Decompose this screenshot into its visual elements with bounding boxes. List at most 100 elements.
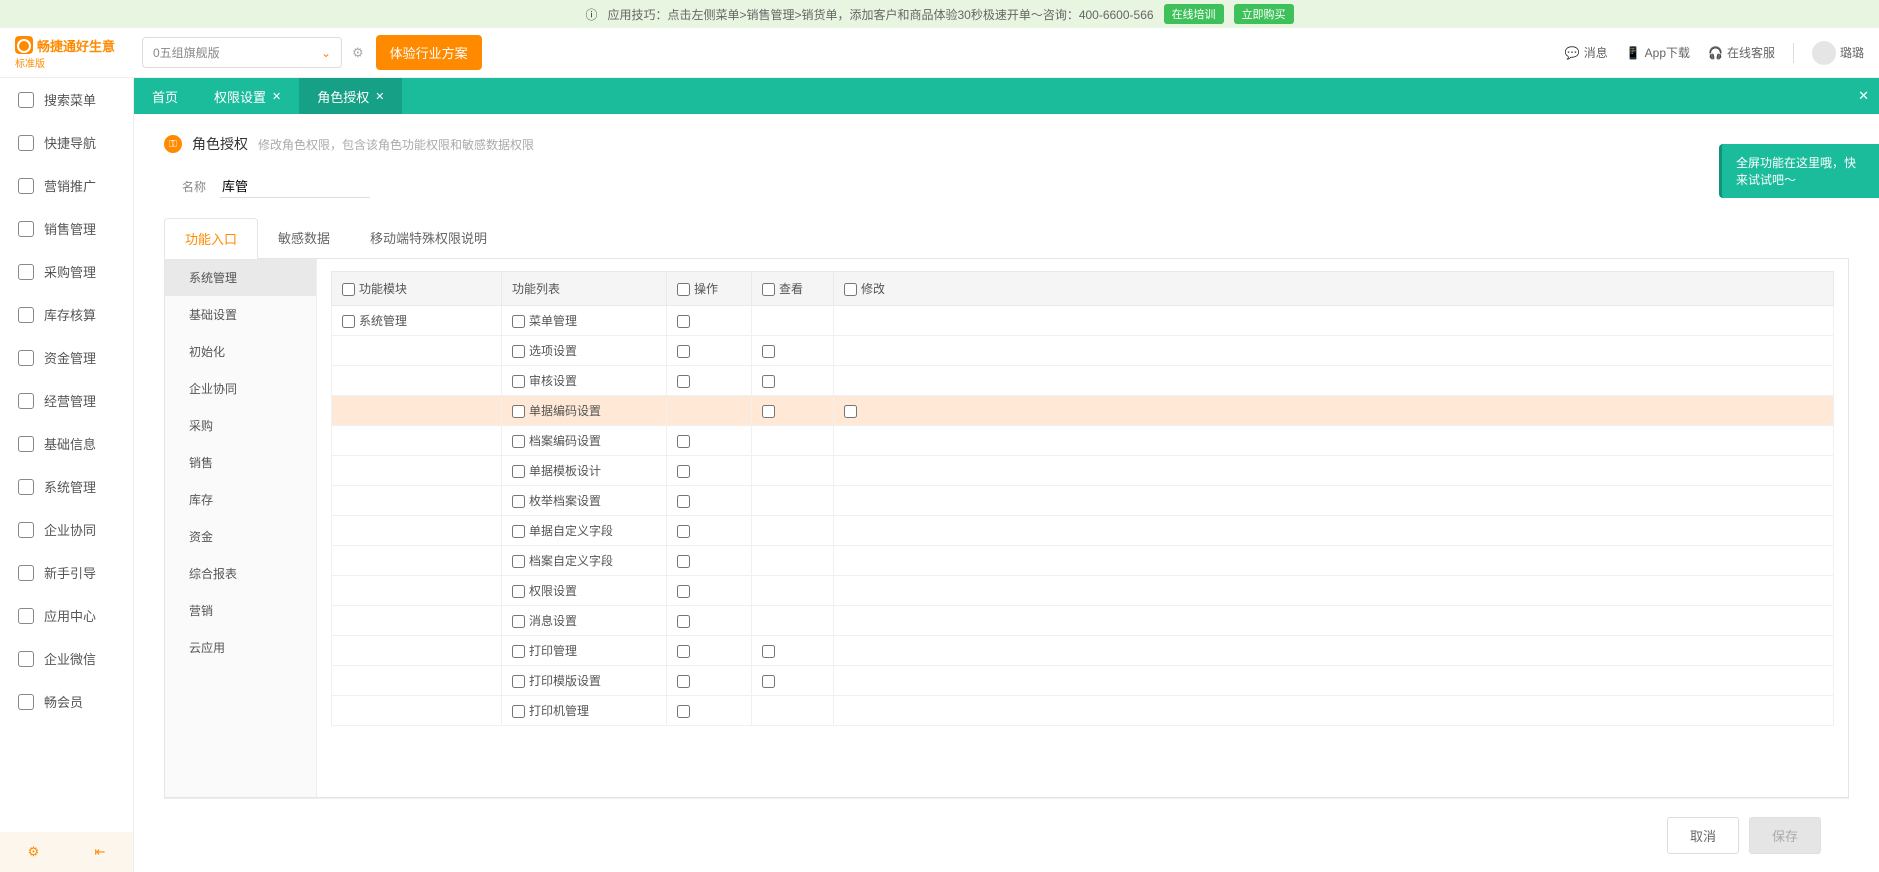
checkbox[interactable] bbox=[342, 315, 355, 328]
checkbox[interactable] bbox=[512, 435, 525, 448]
inner-tab-mobile[interactable]: 移动端特殊权限说明 bbox=[350, 218, 507, 259]
inner-tab-function[interactable]: 功能入口 bbox=[164, 218, 258, 259]
checkbox[interactable] bbox=[512, 675, 525, 688]
sidebar-item-4[interactable]: 采购管理 bbox=[0, 250, 133, 293]
checkbox-op-all[interactable] bbox=[677, 283, 690, 296]
checkbox[interactable] bbox=[512, 345, 525, 358]
sidebar-item-5[interactable]: 库存核算 bbox=[0, 293, 133, 336]
sidebar-item-6[interactable]: 资金管理 bbox=[0, 336, 133, 379]
checkbox[interactable] bbox=[762, 345, 775, 358]
tab-permission[interactable]: 权限设置✕ bbox=[196, 78, 299, 114]
menu-icon bbox=[18, 436, 34, 452]
checkbox[interactable] bbox=[512, 525, 525, 538]
checkbox[interactable] bbox=[512, 645, 525, 658]
module-item-4[interactable]: 采购 bbox=[165, 407, 316, 444]
checkbox-view-all[interactable] bbox=[762, 283, 775, 296]
module-item-8[interactable]: 综合报表 bbox=[165, 555, 316, 592]
sidebar-item-0[interactable]: 搜索菜单 bbox=[0, 78, 133, 121]
name-input[interactable] bbox=[220, 174, 370, 198]
sidebar-item-14[interactable]: 畅会员 bbox=[0, 680, 133, 723]
close-icon[interactable]: ✕ bbox=[375, 90, 384, 103]
checkbox[interactable] bbox=[677, 525, 690, 538]
download-link[interactable]: 📱App下载 bbox=[1626, 44, 1690, 61]
checkbox[interactable] bbox=[512, 465, 525, 478]
checkbox[interactable] bbox=[677, 675, 690, 688]
checkbox[interactable] bbox=[512, 585, 525, 598]
checkbox[interactable] bbox=[512, 405, 525, 418]
table-row: 单据自定义字段 bbox=[332, 516, 1834, 546]
experience-button[interactable]: 体验行业方案 bbox=[376, 35, 482, 70]
module-item-7[interactable]: 资金 bbox=[165, 518, 316, 555]
module-item-10[interactable]: 云应用 bbox=[165, 629, 316, 666]
checkbox[interactable] bbox=[762, 675, 775, 688]
messages-link[interactable]: 💬消息 bbox=[1565, 44, 1608, 61]
checkbox[interactable] bbox=[762, 375, 775, 388]
fullscreen-tip[interactable]: 全屏功能在这里哦，快来试试吧～ bbox=[1719, 144, 1879, 198]
sidebar-item-7[interactable]: 经营管理 bbox=[0, 379, 133, 422]
table-row: 消息设置 bbox=[332, 606, 1834, 636]
checkbox[interactable] bbox=[677, 705, 690, 718]
module-list: 系统管理基础设置初始化企业协同采购销售库存资金综合报表营销云应用 bbox=[165, 259, 317, 797]
sidebar-item-12[interactable]: 应用中心 bbox=[0, 594, 133, 637]
buy-button[interactable]: 立即购买 bbox=[1234, 4, 1294, 24]
checkbox[interactable] bbox=[677, 585, 690, 598]
module-item-6[interactable]: 库存 bbox=[165, 481, 316, 518]
module-item-2[interactable]: 初始化 bbox=[165, 333, 316, 370]
info-icon: ⓘ bbox=[585, 6, 597, 23]
checkbox[interactable] bbox=[762, 645, 775, 658]
checkbox[interactable] bbox=[677, 375, 690, 388]
menu-icon bbox=[18, 92, 34, 108]
save-button[interactable]: 保存 bbox=[1749, 817, 1821, 854]
sidebar-item-2[interactable]: 营销推广 bbox=[0, 164, 133, 207]
checkbox[interactable] bbox=[677, 315, 690, 328]
sidebar-item-1[interactable]: 快捷导航 bbox=[0, 121, 133, 164]
checkbox[interactable] bbox=[512, 555, 525, 568]
table-row: 单据模板设计 bbox=[332, 456, 1834, 486]
cancel-button[interactable]: 取消 bbox=[1667, 817, 1739, 854]
checkbox[interactable] bbox=[512, 375, 525, 388]
checkbox[interactable] bbox=[844, 405, 857, 418]
sidebar-item-11[interactable]: 新手引导 bbox=[0, 551, 133, 594]
checkbox-module-all[interactable] bbox=[342, 283, 355, 296]
checkbox[interactable] bbox=[677, 645, 690, 658]
logo-area[interactable]: 畅捷通好生意 标准版 bbox=[15, 36, 130, 70]
sidebar-item-8[interactable]: 基础信息 bbox=[0, 422, 133, 465]
checkbox[interactable] bbox=[677, 555, 690, 568]
checkbox[interactable] bbox=[512, 615, 525, 628]
user-menu[interactable]: 璐璐 bbox=[1812, 41, 1864, 65]
module-item-9[interactable]: 营销 bbox=[165, 592, 316, 629]
collapse-icon[interactable]: ⇤ bbox=[94, 844, 105, 860]
checkbox[interactable] bbox=[512, 495, 525, 508]
checkbox[interactable] bbox=[762, 405, 775, 418]
inner-tab-sensitive[interactable]: 敏感数据 bbox=[258, 218, 350, 259]
tab-home[interactable]: 首页 bbox=[134, 78, 196, 114]
checkbox[interactable] bbox=[677, 345, 690, 358]
checkbox[interactable] bbox=[677, 435, 690, 448]
sidebar-item-3[interactable]: 销售管理 bbox=[0, 207, 133, 250]
sidebar-item-13[interactable]: 企业微信 bbox=[0, 637, 133, 680]
module-item-3[interactable]: 企业协同 bbox=[165, 370, 316, 407]
checkbox[interactable] bbox=[677, 615, 690, 628]
tab-role-auth[interactable]: 角色授权✕ bbox=[299, 78, 402, 114]
checkbox[interactable] bbox=[512, 315, 525, 328]
logo-text: 畅捷通好生意 bbox=[37, 36, 115, 55]
module-item-5[interactable]: 销售 bbox=[165, 444, 316, 481]
footer-bar: 取消 保存 bbox=[164, 798, 1849, 872]
training-button[interactable]: 在线培训 bbox=[1164, 4, 1224, 24]
table-row: 打印模版设置 bbox=[332, 666, 1834, 696]
support-link[interactable]: 🎧在线客服 bbox=[1708, 44, 1775, 61]
org-dropdown[interactable]: 0五组旗舰版 ⌄ bbox=[142, 37, 342, 68]
module-item-0[interactable]: 系统管理 bbox=[165, 259, 316, 296]
gear-icon[interactable]: ⚙ bbox=[352, 45, 364, 61]
checkbox[interactable] bbox=[512, 705, 525, 718]
checkbox-edit-all[interactable] bbox=[844, 283, 857, 296]
sidebar-item-9[interactable]: 系统管理 bbox=[0, 465, 133, 508]
checkbox[interactable] bbox=[677, 495, 690, 508]
settings-icon[interactable]: ⚙ bbox=[28, 844, 40, 860]
module-item-1[interactable]: 基础设置 bbox=[165, 296, 316, 333]
menu-icon bbox=[18, 651, 34, 667]
sidebar-item-10[interactable]: 企业协同 bbox=[0, 508, 133, 551]
tabs-close-all[interactable]: ✕ bbox=[1848, 88, 1879, 104]
checkbox[interactable] bbox=[677, 465, 690, 478]
close-icon[interactable]: ✕ bbox=[272, 90, 281, 103]
